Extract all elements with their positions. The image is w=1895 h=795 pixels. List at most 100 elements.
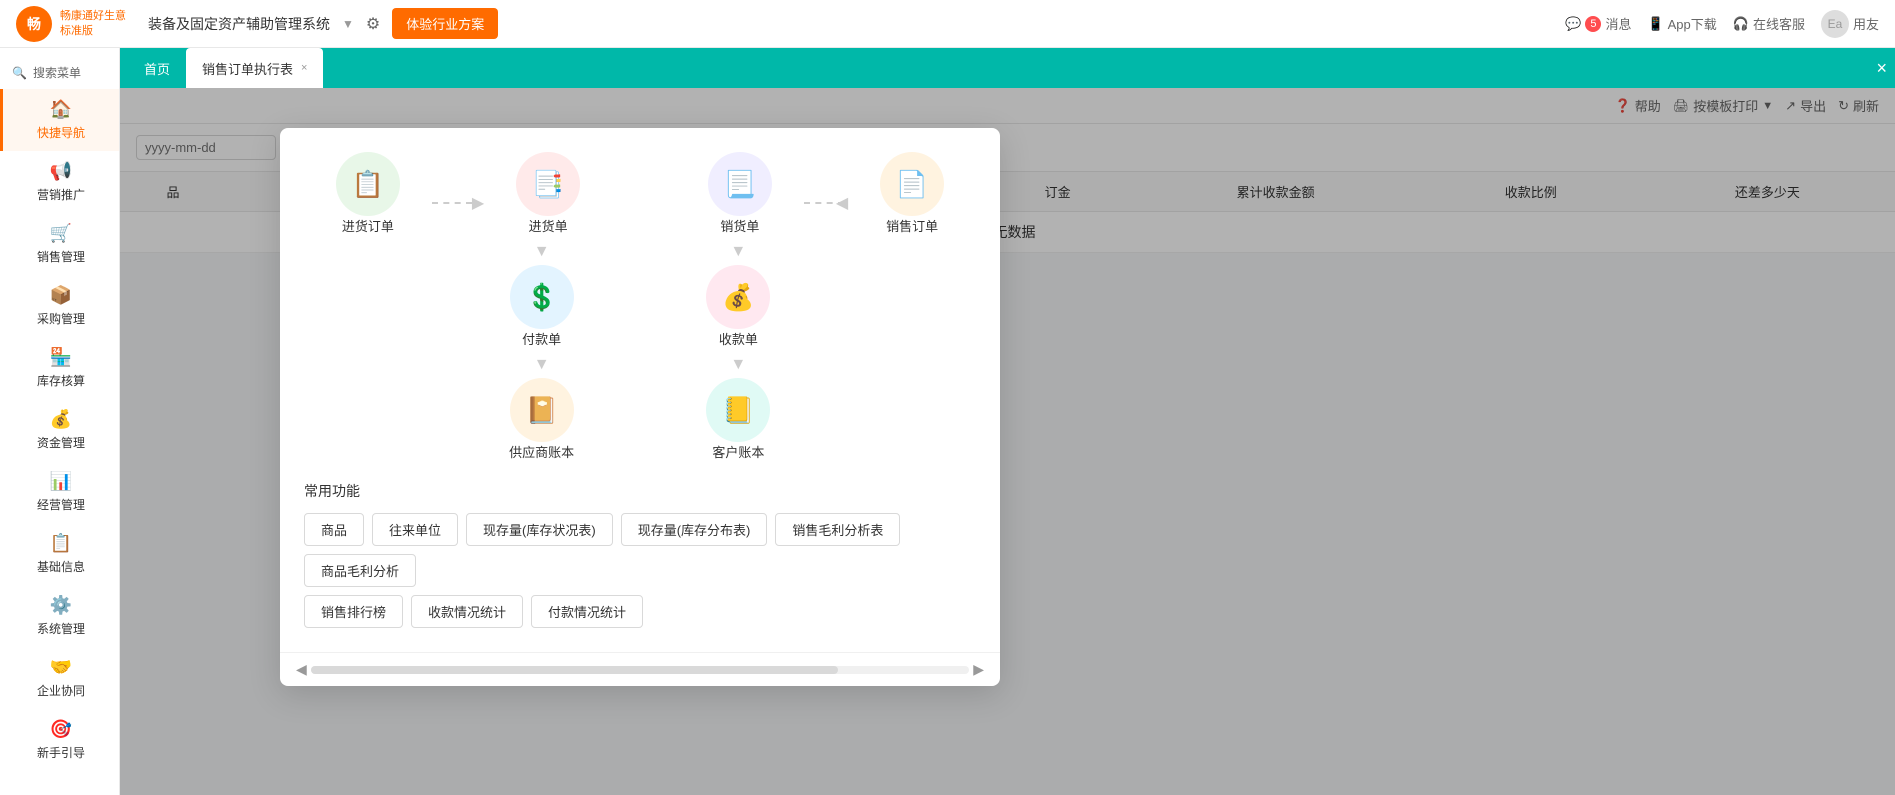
sidebar-item-guide[interactable]: 🎯 新手引导 bbox=[0, 709, 119, 771]
sidebar-label-marketing: 营销推广 bbox=[37, 186, 85, 203]
sidebar-item-marketing[interactable]: 📢 营销推广 bbox=[0, 151, 119, 213]
purchase-receipt-label: 进货单 bbox=[529, 216, 568, 235]
sidebar-item-sales[interactable]: 🛒 销售管理 bbox=[0, 213, 119, 275]
sidebar-label-inventory: 库存核算 bbox=[37, 372, 85, 389]
logo-line2: 标准版 bbox=[60, 24, 126, 38]
header-actions: 💬 5 消息 📱 App下载 🎧 在线客服 Ea 用友 bbox=[1565, 10, 1879, 38]
sidebar-item-finance[interactable]: 💰 资金管理 bbox=[0, 399, 119, 461]
app-label: App下载 bbox=[1668, 14, 1717, 33]
scroll-left-icon[interactable]: ◀ bbox=[296, 661, 307, 678]
receipt-label: 收款单 bbox=[719, 329, 758, 348]
enterprise-icon: 🤝 bbox=[50, 657, 72, 678]
arrow-right-1: ▶ bbox=[432, 193, 484, 235]
node-payment[interactable]: 💲 付款单 bbox=[476, 265, 607, 348]
node-purchase-receipt[interactable]: 📑 进货单 bbox=[484, 152, 612, 235]
func-btn-8[interactable]: 付款情况统计 bbox=[531, 595, 643, 628]
func-btn-3[interactable]: 现存量(库存分布表) bbox=[621, 513, 768, 546]
dropdown-icon[interactable]: ▼ bbox=[342, 17, 354, 31]
avatar: Ea bbox=[1821, 10, 1849, 38]
service-button[interactable]: 🎧 在线客服 bbox=[1733, 14, 1805, 33]
sales-icon: 🛒 bbox=[50, 223, 72, 244]
sidebar-item-operation[interactable]: 📊 经营管理 bbox=[0, 461, 119, 523]
user-label: 用友 bbox=[1853, 14, 1879, 33]
func-btn-2[interactable]: 现存量(库存状况表) bbox=[466, 513, 613, 546]
tab-close-icon[interactable]: × bbox=[301, 62, 307, 74]
marketing-icon: 📢 bbox=[50, 161, 72, 182]
search-icon: 🔍 bbox=[12, 66, 27, 80]
func-btn-1[interactable]: 往来单位 bbox=[372, 513, 458, 546]
purchase-receipt-circle: 📑 bbox=[516, 152, 580, 216]
node-purchase-order[interactable]: 📋 进货订单 bbox=[304, 152, 432, 235]
arrow-down-sales: ▼ bbox=[673, 243, 804, 261]
search-menu[interactable]: 🔍 搜索菜单 bbox=[0, 56, 119, 89]
purchase-order-label: 进货订单 bbox=[342, 216, 394, 235]
tab-sales-order[interactable]: 销售订单执行表 × bbox=[186, 48, 323, 88]
sidebar-item-purchase[interactable]: 📦 采购管理 bbox=[0, 275, 119, 337]
service-label: 在线客服 bbox=[1753, 14, 1805, 33]
spacer-col4 bbox=[845, 243, 976, 261]
spacer-arrow2 bbox=[804, 243, 845, 261]
sidebar-item-quick[interactable]: 🏠 快捷导航 bbox=[0, 89, 119, 151]
arrow-down-3: ▼ bbox=[534, 356, 550, 373]
func-btn-5[interactable]: 商品毛利分析 bbox=[304, 554, 416, 587]
func-btn-4[interactable]: 销售毛利分析表 bbox=[775, 513, 900, 546]
system-title: 装备及固定资产辅助管理系统 bbox=[148, 14, 330, 34]
sp4 bbox=[804, 356, 845, 374]
logo-line1: 畅康通好生意 bbox=[60, 9, 126, 23]
message-badge: 5 bbox=[1585, 16, 1601, 32]
user-menu[interactable]: Ea 用友 bbox=[1821, 10, 1879, 38]
tab-home-label: 首页 bbox=[144, 59, 170, 78]
modal-dialog: 📋 进货订单 ▶ 📑 进货单 bbox=[280, 128, 1000, 686]
node-supplier-account[interactable]: 📔 供应商账本 bbox=[476, 378, 607, 461]
logo-area: 畅 畅康通好生意 标准版 bbox=[16, 6, 136, 42]
system-icon: ⚙️ bbox=[50, 595, 72, 616]
supplier-circle: 📔 bbox=[510, 378, 574, 442]
spacer-arrow1 bbox=[435, 243, 476, 261]
func-btn-0[interactable]: 商品 bbox=[304, 513, 364, 546]
try-button[interactable]: 体验行业方案 bbox=[392, 8, 498, 39]
finance-icon: 💰 bbox=[50, 409, 72, 430]
purchase-icon: 📦 bbox=[50, 285, 72, 306]
message-label: 消息 bbox=[1605, 14, 1631, 33]
node-sales-order-doc[interactable]: 📄 销售订单 bbox=[848, 152, 976, 235]
sidebar-label-sales: 销售管理 bbox=[37, 248, 85, 265]
sidebar-label-operation: 经营管理 bbox=[37, 496, 85, 513]
sidebar-label-basic: 基础信息 bbox=[37, 558, 85, 575]
quick-icon: 🏠 bbox=[50, 99, 72, 120]
node-customer-account[interactable]: 📒 客户账本 bbox=[673, 378, 804, 461]
arrow-down-purchase: ▼ bbox=[476, 243, 607, 261]
settings-icon[interactable]: ⚙ bbox=[366, 14, 380, 34]
arrow-down-icon-1: ▼ bbox=[534, 243, 550, 260]
sp2 bbox=[435, 356, 476, 374]
arrow-down-rec: ▼ bbox=[673, 356, 804, 374]
top-header: 畅 畅康通好生意 标准版 装备及固定资产辅助管理系统 ▼ ⚙ 体验行业方案 💬 … bbox=[0, 0, 1895, 48]
message-button[interactable]: 💬 5 消息 bbox=[1565, 14, 1631, 33]
logo-symbol: 畅 bbox=[27, 14, 41, 34]
tab-home[interactable]: 首页 bbox=[128, 48, 186, 88]
close-window-icon[interactable]: × bbox=[1876, 58, 1887, 79]
scroll-right-icon[interactable]: ▶ bbox=[973, 661, 984, 678]
node-sales-order[interactable]: 📃 销货单 bbox=[676, 152, 804, 235]
app-download-button[interactable]: 📱 App下载 bbox=[1647, 14, 1716, 33]
scrollbar-track[interactable] bbox=[311, 666, 969, 674]
sp1 bbox=[304, 356, 435, 374]
func-btn-7[interactable]: 收款情况统计 bbox=[411, 595, 523, 628]
arrow-tip-1: ▶ bbox=[472, 193, 484, 213]
sidebar-item-system[interactable]: ⚙️ 系统管理 bbox=[0, 585, 119, 647]
sidebar-item-enterprise[interactable]: 🤝 企业协同 bbox=[0, 647, 119, 709]
sp3 bbox=[607, 356, 673, 374]
arrow-left-tip: ◀ bbox=[836, 193, 848, 213]
func-btn-6[interactable]: 销售排行榜 bbox=[304, 595, 403, 628]
sidebar-label-enterprise: 企业协同 bbox=[37, 682, 85, 699]
basic-icon: 📋 bbox=[50, 533, 72, 554]
sidebar-item-basic[interactable]: 📋 基础信息 bbox=[0, 523, 119, 585]
modal-overlay: 📋 进货订单 ▶ 📑 进货单 bbox=[120, 88, 1895, 795]
sidebar-label-guide: 新手引导 bbox=[37, 744, 85, 761]
modal-scrollbar: ◀ ▶ bbox=[280, 652, 1000, 686]
arrow-down-icon-2: ▼ bbox=[730, 243, 746, 260]
node-receipt[interactable]: 💰 收款单 bbox=[673, 265, 804, 348]
sidebar-item-inventory[interactable]: 🏪 库存核算 bbox=[0, 337, 119, 399]
arrow-left-1: ◀ bbox=[804, 193, 848, 235]
guide-icon: 🎯 bbox=[50, 719, 72, 740]
payment-label: 付款单 bbox=[522, 329, 561, 348]
